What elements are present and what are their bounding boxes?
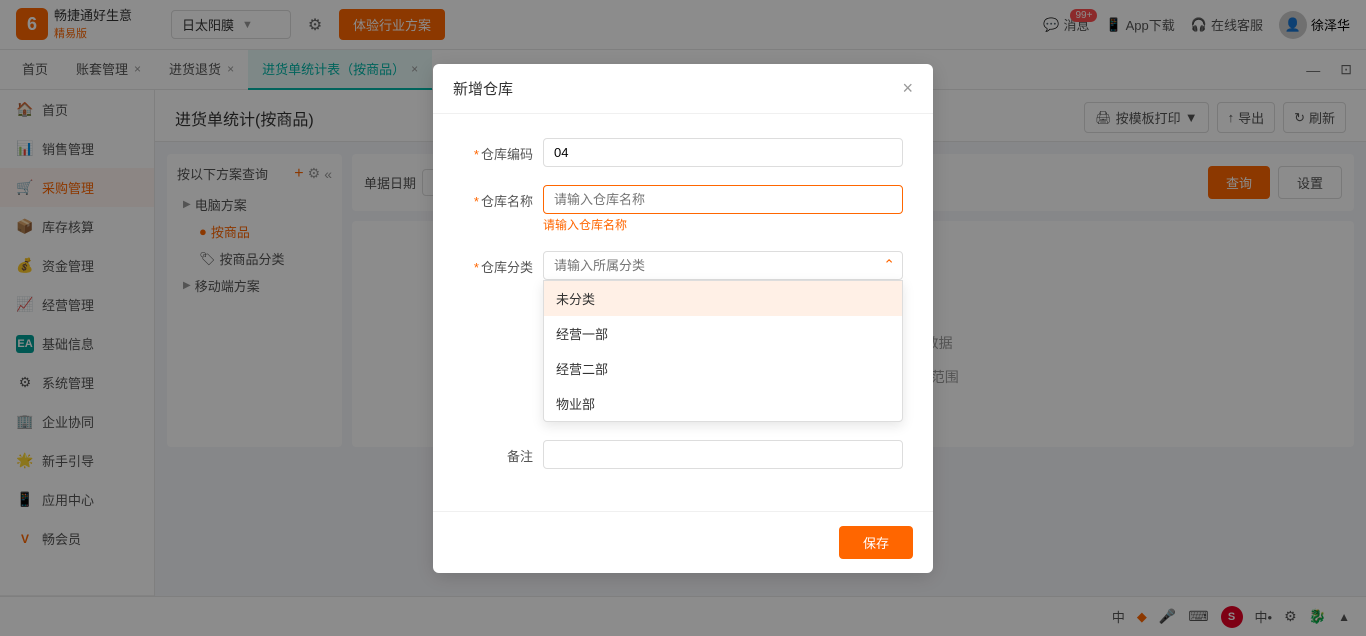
dropdown-label-3: 物业部	[556, 397, 595, 412]
category-dropdown: 未分类 经营一部 经营二部 物业部	[543, 280, 903, 422]
category-select-wrap: ⌃ 未分类 经营一部 经营二部 物业部	[543, 251, 903, 280]
dropdown-label-2: 经营二部	[556, 362, 608, 377]
dropdown-label-1: 经营一部	[556, 327, 608, 342]
notes-input[interactable]	[543, 440, 903, 469]
category-input[interactable]	[543, 251, 903, 280]
notes-form-item: 备注	[463, 440, 903, 469]
code-input-wrap	[543, 138, 903, 167]
modal-body: 仓库编码 仓库名称 请输入仓库名称 仓库分类 ⌃	[433, 114, 933, 511]
name-error-msg: 请输入仓库名称	[543, 216, 903, 233]
modal-footer: 保存	[433, 511, 933, 573]
name-form-item: 仓库名称 请输入仓库名称	[463, 185, 903, 233]
dropdown-label-0: 未分类	[556, 292, 595, 307]
dropdown-item-1[interactable]: 经营一部	[544, 316, 902, 351]
save-button[interactable]: 保存	[839, 526, 913, 559]
notes-input-wrap	[543, 440, 903, 469]
dropdown-item-2[interactable]: 经营二部	[544, 351, 902, 386]
category-label: 仓库分类	[463, 251, 543, 276]
dropdown-item-3[interactable]: 物业部	[544, 386, 902, 421]
name-input[interactable]	[543, 185, 903, 214]
code-label: 仓库编码	[463, 138, 543, 163]
dropdown-item-0[interactable]: 未分类	[544, 281, 902, 316]
name-label: 仓库名称	[463, 185, 543, 210]
notes-label: 备注	[463, 440, 543, 465]
code-form-item: 仓库编码	[463, 138, 903, 167]
modal-overlay: 新增仓库 × 仓库编码 仓库名称 请输入仓库名称 仓库分类	[0, 0, 1366, 636]
category-form-item: 仓库分类 ⌃ 未分类 经营一部 经营二部	[463, 251, 903, 280]
code-input[interactable]	[543, 138, 903, 167]
modal-close-button[interactable]: ×	[902, 78, 913, 99]
modal-header: 新增仓库 ×	[433, 64, 933, 114]
modal-title: 新增仓库	[453, 78, 513, 99]
modal: 新增仓库 × 仓库编码 仓库名称 请输入仓库名称 仓库分类	[433, 64, 933, 573]
name-input-wrap: 请输入仓库名称	[543, 185, 903, 233]
